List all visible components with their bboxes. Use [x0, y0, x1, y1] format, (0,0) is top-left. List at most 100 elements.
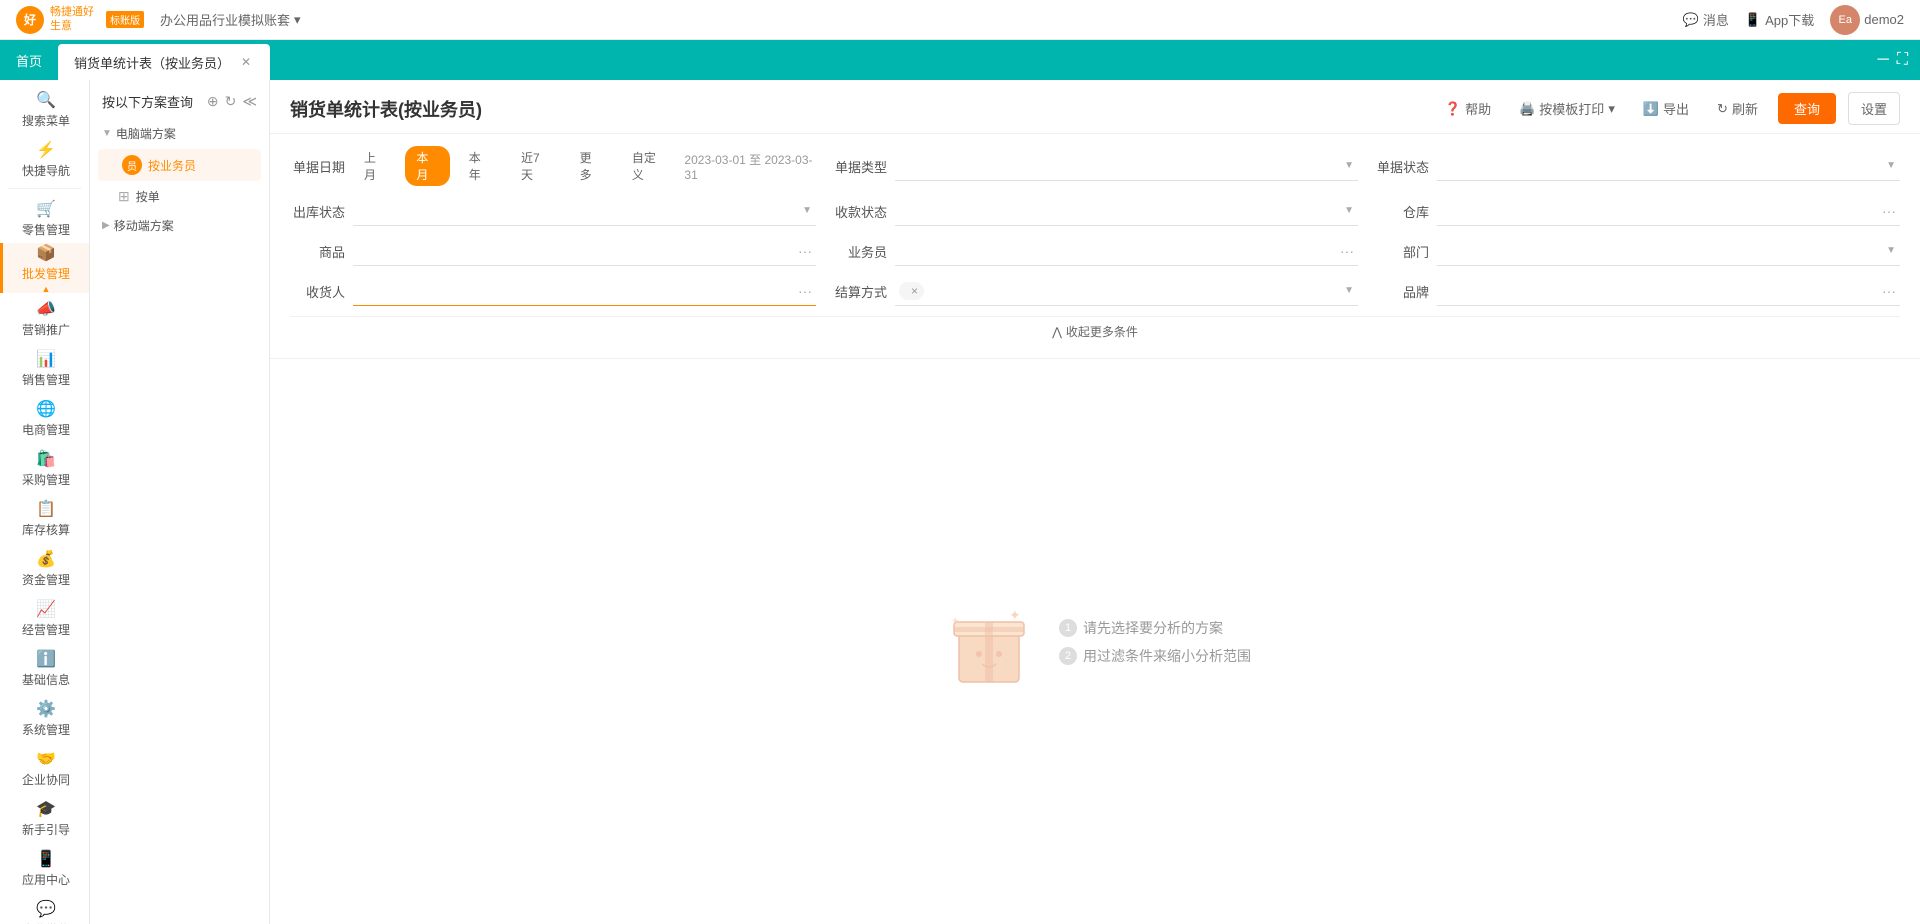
sidebar-item-app-center[interactable]: 📱 应用中心 — [0, 843, 89, 893]
consignee-control[interactable]: ··· — [353, 276, 816, 306]
scheme-header-actions: ⊕ ↻ ≪ — [207, 93, 257, 110]
settlement-control[interactable]: × — [895, 276, 1358, 306]
sidebar-item-inventory[interactable]: 📋 库存核算 — [0, 493, 89, 543]
sidebar-item-system[interactable]: ⚙️ 系统管理 — [0, 693, 89, 743]
app-download-button[interactable]: 📱 App下载 — [1745, 10, 1814, 29]
mobile-scheme-group: ▶ 移动端方案 — [90, 211, 269, 240]
sidebar-item-system-label: 系统管理 — [22, 721, 70, 738]
scheme-panel-title: 按以下方案查询 — [102, 92, 193, 111]
user-avatar-area[interactable]: Ea demo2 — [1830, 5, 1904, 35]
date-pill-custom[interactable]: 自定义 — [621, 146, 677, 186]
refresh-scheme-button[interactable]: ↻ — [225, 93, 237, 110]
header-left: 好 畅捷通好生意 标账版 办公用品行业模拟账套 ▾ — [16, 6, 309, 34]
logo-area: 好 畅捷通好生意 标账版 — [16, 6, 144, 34]
date-pill-more[interactable]: 更多 — [569, 146, 613, 186]
sidebar-item-search[interactable]: 🔍 搜索菜单 — [0, 84, 89, 134]
sidebar-item-purchase[interactable]: 🛍️ 采购管理 — [0, 443, 89, 493]
doc-type-control[interactable] — [895, 151, 1358, 181]
refresh-label: 刷新 — [1732, 99, 1758, 118]
mobile-scheme-title[interactable]: ▶ 移动端方案 — [94, 211, 265, 240]
sidebar-item-wechat[interactable]: 💬 企业微信 — [0, 893, 89, 924]
logo-icon: 好 — [16, 6, 44, 34]
sidebar-item-operations[interactable]: 📈 经营管理 — [0, 593, 89, 643]
chevron-down-icon: ▾ — [294, 12, 301, 28]
mobile-scheme-label: 移动端方案 — [114, 217, 174, 234]
sidebar-item-quick-nav[interactable]: ⚡ 快捷导航 — [0, 134, 89, 184]
warehouse-control[interactable]: ··· — [1437, 196, 1900, 226]
doc-status-control[interactable] — [1437, 151, 1900, 181]
salesperson-scheme-icon: 员 — [122, 155, 142, 175]
quick-nav-icon: ⚡ — [36, 140, 56, 160]
goods-label: 商品 — [290, 242, 345, 261]
export-button[interactable]: ⬇️ 导出 — [1635, 95, 1697, 122]
sidebar-item-newbie[interactable]: 🎓 新手引导 — [0, 793, 89, 843]
empty-hint-2: 2 用过滤条件来缩小分析范围 — [1059, 646, 1251, 666]
scheme-item-by-salesperson[interactable]: 员 按业务员 — [98, 149, 261, 181]
scheme-item-by-order[interactable]: ⊞ 按单 — [94, 182, 265, 211]
app-download-label: App下载 — [1765, 10, 1814, 29]
sidebar-item-wholesale[interactable]: 📦 批发管理 ▲ — [0, 243, 89, 293]
tab-minimize-icon[interactable]: ─ — [1877, 51, 1888, 69]
tab-expand-icon[interactable]: ⛶ — [1897, 51, 1908, 69]
salesperson-label: 业务员 — [832, 242, 887, 261]
refresh-button[interactable]: ↻ 刷新 — [1709, 95, 1766, 122]
sidebar-item-retail-label: 零售管理 — [22, 221, 70, 238]
date-pill-this-month[interactable]: 本月 — [405, 146, 449, 186]
empty-icon-area: ✦ ✦ — [939, 592, 1039, 692]
message-button[interactable]: 💬 消息 — [1683, 10, 1729, 29]
sidebar-item-basic-info[interactable]: ℹ️ 基础信息 — [0, 643, 89, 693]
empty-state: ✦ ✦ 1 请先选择要分析的方案 2 — [270, 359, 1920, 924]
department-control[interactable] — [1437, 236, 1900, 266]
date-pill-7days[interactable]: 近7天 — [510, 146, 561, 186]
sidebar-item-basic-info-label: 基础信息 — [22, 671, 70, 688]
payment-status-control[interactable] — [895, 196, 1358, 226]
sidebar-item-marketing[interactable]: 📣 营销推广 — [0, 293, 89, 343]
print-button[interactable]: 🖨️ 按模板打印 ▾ — [1511, 95, 1623, 122]
sidebar-item-ecommerce-label: 电商管理 — [22, 421, 70, 438]
settings-button[interactable]: 设置 — [1848, 92, 1900, 125]
sidebar-item-sales[interactable]: 📊 销售管理 — [0, 343, 89, 393]
sidebar-item-marketing-label: 营销推广 — [22, 321, 70, 338]
goods-control[interactable]: ··· — [353, 236, 816, 266]
filter-item-brand: 品牌 ··· — [1374, 276, 1900, 306]
sidebar-item-newbie-label: 新手引导 — [22, 821, 70, 838]
date-pill-last-month[interactable]: 上月 — [353, 146, 397, 186]
scheme-filter-panel: 按以下方案查询 ⊕ ↻ ≪ ▼ 电脑端方案 员 按业务员 ⊞ 按 — [90, 80, 270, 924]
collapse-bar[interactable]: ⋀ 收起更多条件 — [290, 316, 1900, 346]
doc-status-label: 单据状态 — [1374, 157, 1429, 176]
filter-row-3: 商品 ··· 业务员 ··· 部门 — [290, 236, 1900, 266]
scheme-item-salesperson-label: 按业务员 — [148, 157, 196, 174]
retail-icon: 🛒 — [36, 199, 56, 219]
collapse-scheme-button[interactable]: ≪ — [242, 93, 257, 110]
sidebar-item-retail[interactable]: 🛒 零售管理 — [0, 193, 89, 243]
wechat-icon: 💬 — [36, 899, 56, 919]
desktop-scheme-title[interactable]: ▼ 电脑端方案 — [94, 119, 265, 148]
query-button[interactable]: 查询 — [1778, 93, 1836, 124]
salesperson-control[interactable]: ··· — [895, 236, 1358, 266]
tab-sales-stat[interactable]: 销货单统计表（按业务员） ✕ — [58, 44, 270, 80]
tab-home-label: 首页 — [16, 51, 42, 70]
consignee-label: 收货人 — [290, 282, 345, 301]
filter-item-settlement: 结算方式 × — [832, 276, 1358, 306]
out-status-control[interactable] — [353, 196, 816, 226]
empty-hint-2-text: 用过滤条件来缩小分析范围 — [1083, 646, 1251, 666]
brand-dots-icon: ··· — [1882, 283, 1896, 299]
sidebar-item-corp[interactable]: 🤝 企业协同 — [0, 743, 89, 793]
brand-control[interactable]: ··· — [1437, 276, 1900, 306]
inventory-icon: 📋 — [36, 499, 56, 519]
tab-home[interactable]: 首页 — [0, 40, 58, 80]
date-pill-this-year[interactable]: 本年 — [458, 146, 502, 186]
goods-dots-icon: ··· — [798, 243, 812, 259]
help-button[interactable]: ❓ 帮助 — [1437, 95, 1499, 122]
add-scheme-button[interactable]: ⊕ — [207, 93, 219, 110]
svg-text:✦: ✦ — [1009, 607, 1021, 623]
sidebar-item-finance[interactable]: 💰 资金管理 — [0, 543, 89, 593]
settlement-tag-remove[interactable]: × — [911, 284, 918, 298]
tab-close-icon[interactable]: ✕ — [238, 54, 254, 70]
top-nav-dropdown[interactable]: 办公用品行业模拟账套 ▾ — [152, 10, 309, 29]
filter-item-doc-status: 单据状态 — [1374, 151, 1900, 181]
wholesale-icon: 📦 — [36, 243, 56, 263]
settings-label: 设置 — [1861, 99, 1887, 118]
sidebar-item-ecommerce[interactable]: 🌐 电商管理 — [0, 393, 89, 443]
export-icon: ⬇️ — [1643, 101, 1659, 117]
